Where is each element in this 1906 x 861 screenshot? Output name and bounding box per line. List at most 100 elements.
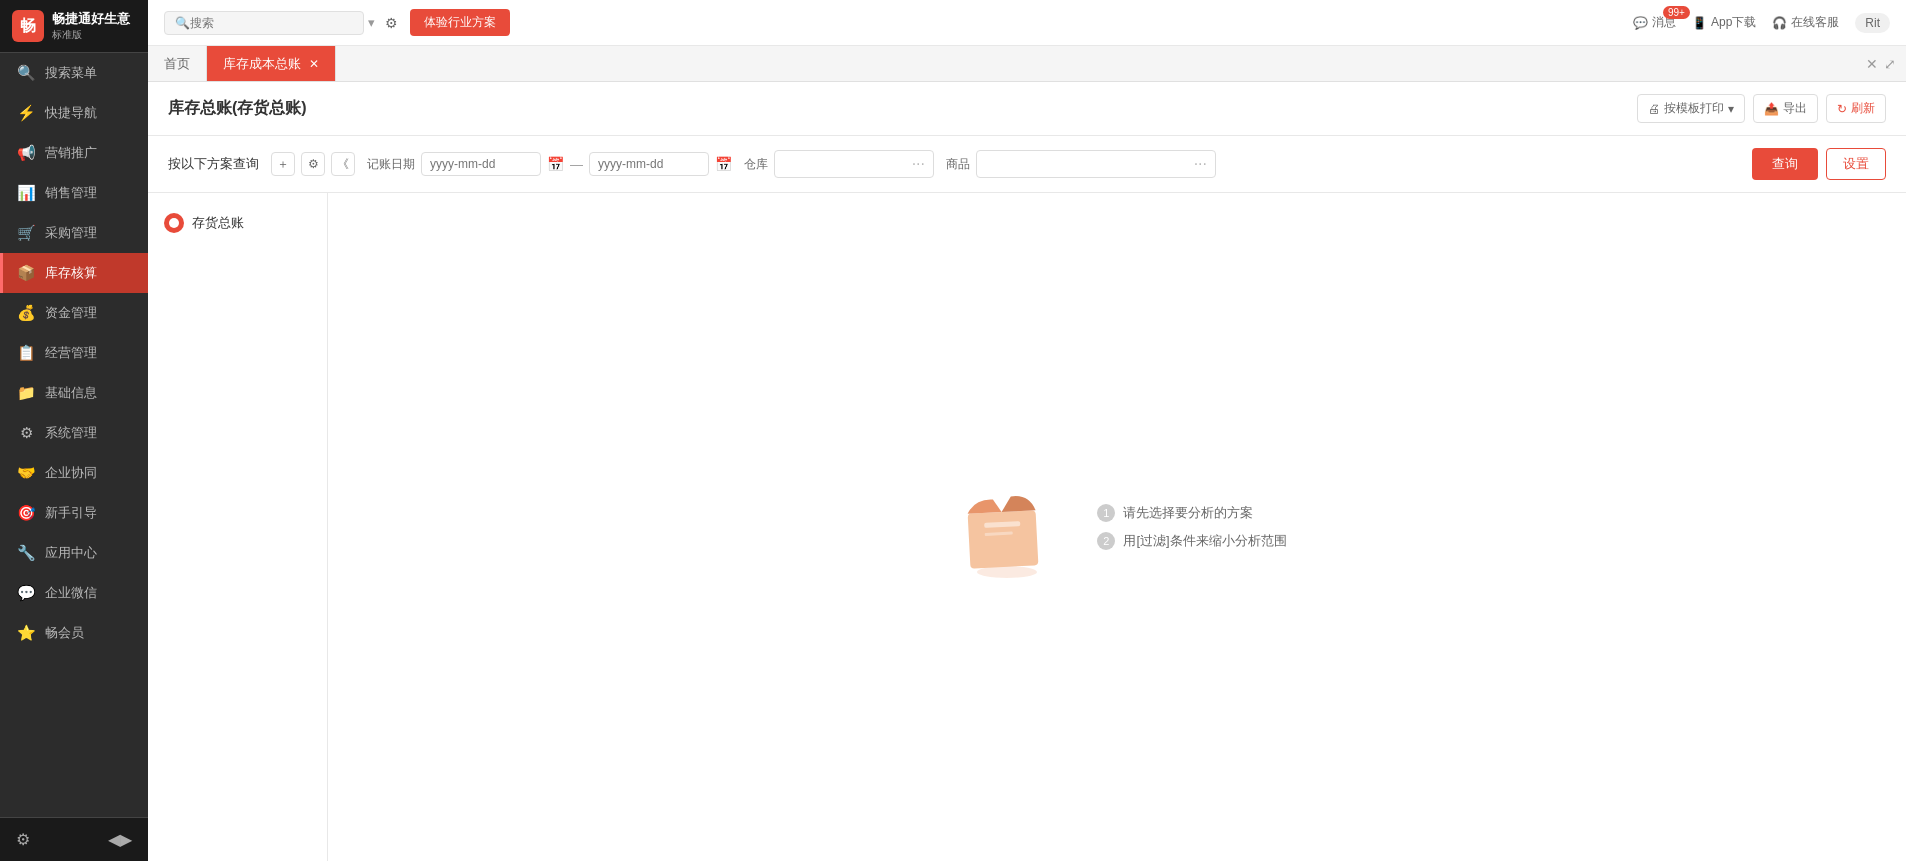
- sidebar-label-shortcuts: 快捷导航: [45, 104, 97, 122]
- header-search-input[interactable]: [190, 16, 310, 30]
- tab-bar: 首页 库存成本总账 ✕ ✕ ⤢: [148, 46, 1906, 82]
- scheme-item-label: 存货总账: [192, 214, 244, 232]
- settings-scheme-button[interactable]: ⚙: [301, 152, 325, 176]
- sidebar-item-system[interactable]: ⚙ 系统管理: [0, 413, 148, 453]
- calendar-end-icon[interactable]: 📅: [715, 156, 732, 172]
- svg-point-0: [169, 218, 179, 228]
- sidebar-label-wechat: 企业微信: [45, 584, 97, 602]
- tab-inventory-cost[interactable]: 库存成本总账 ✕: [207, 46, 336, 81]
- date-end-input[interactable]: [589, 152, 709, 176]
- header-gear-icon[interactable]: ⚙: [385, 15, 398, 31]
- sidebar-label-inventory: 库存核算: [45, 264, 97, 282]
- refresh-button[interactable]: ↻ 刷新: [1826, 94, 1886, 123]
- date-filter-group: 记账日期 📅 — 📅: [367, 152, 732, 176]
- sidebar-icon-enterprise: 🤝: [17, 464, 35, 482]
- sidebar-item-member[interactable]: ⭐ 畅会员: [0, 613, 148, 653]
- sidebar-icon-inventory: 📦: [17, 264, 35, 282]
- tab-home[interactable]: 首页: [148, 46, 207, 81]
- close-panel-icon[interactable]: ✕: [1866, 56, 1878, 72]
- scheme-selector: 存货总账: [148, 193, 328, 861]
- sidebar-item-purchase[interactable]: 🛒 采购管理: [0, 213, 148, 253]
- message-badge: 99+: [1663, 6, 1690, 19]
- tip-text: 用[过滤]条件来缩小分析范围: [1123, 532, 1286, 550]
- header-app-download[interactable]: 📱 App下载: [1692, 14, 1756, 31]
- scheme-icon: [164, 213, 184, 233]
- date-start-input[interactable]: [421, 152, 541, 176]
- date-separator: —: [570, 157, 583, 172]
- message-icon: 💬: [1633, 16, 1648, 30]
- tab-close-icon[interactable]: ✕: [309, 57, 319, 71]
- empty-svg-illustration: [947, 467, 1067, 587]
- sidebar-label-member: 畅会员: [45, 624, 84, 642]
- sidebar-item-sales[interactable]: 📊 销售管理: [0, 173, 148, 213]
- header-online-service[interactable]: 🎧 在线客服: [1772, 14, 1839, 31]
- sidebar-icon-search: 🔍: [17, 64, 35, 82]
- product-select[interactable]: ···: [976, 150, 1216, 178]
- sidebar-footer: ⚙ ◀▶: [0, 817, 148, 861]
- tip-number: 2: [1097, 532, 1115, 550]
- sidebar-item-basic[interactable]: 📁 基础信息: [0, 373, 148, 413]
- sidebar-item-search[interactable]: 🔍 搜索菜单: [0, 53, 148, 93]
- print-template-button[interactable]: 🖨 按模板打印 ▾: [1637, 94, 1745, 123]
- sidebar-label-system: 系统管理: [45, 424, 97, 442]
- collapse-icon[interactable]: ◀▶: [108, 830, 132, 849]
- trial-button[interactable]: 体验行业方案: [410, 9, 510, 36]
- content-body: 存货总账: [148, 193, 1906, 861]
- sidebar-item-shortcuts[interactable]: ⚡ 快捷导航: [0, 93, 148, 133]
- sidebar-icon-wechat: 💬: [17, 584, 35, 602]
- product-label: 商品: [946, 156, 970, 173]
- page-actions: 🖨 按模板打印 ▾ 📤 导出 ↻ 刷新: [1637, 94, 1886, 123]
- empty-state-inner: 1 请先选择要分析的方案 2 用[过滤]条件来缩小分析范围: [947, 467, 1286, 587]
- app-logo-icon: 畅: [12, 10, 44, 42]
- print-dropdown-icon[interactable]: ▾: [1728, 102, 1734, 116]
- app-subtitle: 标准版: [52, 28, 130, 42]
- sidebar: 畅 畅捷通好生意 标准版 🔍 搜索菜单 ⚡ 快捷导航 📢 营销推广 📊 销售管理…: [0, 0, 148, 861]
- sidebar-icon-sales: 📊: [17, 184, 35, 202]
- page-content: 库存总账(存货总账) 🖨 按模板打印 ▾ 📤 导出 ↻ 刷新: [148, 82, 1906, 861]
- warehouse-select[interactable]: ···: [774, 150, 934, 178]
- export-button[interactable]: 📤 导出: [1753, 94, 1818, 123]
- query-button[interactable]: 查询: [1752, 148, 1818, 180]
- sidebar-label-sales: 销售管理: [45, 184, 97, 202]
- header-dropdown-arrow[interactable]: ▾: [368, 15, 375, 30]
- empty-illustration: [947, 467, 1067, 587]
- sidebar-icon-operations: 📋: [17, 344, 35, 362]
- sidebar-item-newguide[interactable]: 🎯 新手引导: [0, 493, 148, 533]
- search-icon: 🔍: [175, 16, 190, 30]
- settings-icon[interactable]: ⚙: [16, 830, 30, 849]
- date-field-label: 记账日期: [367, 156, 415, 173]
- main-area: 🔍 ▾ ⚙ 体验行业方案 💬 消息 99+ 📱 App下载 🎧 在线客服 Rit: [148, 0, 1906, 861]
- sidebar-item-finance[interactable]: 💰 资金管理: [0, 293, 148, 333]
- filter-bar: 按以下方案查询 ＋ ⚙ 《 记账日期 📅 — 📅 仓库 ···: [148, 136, 1906, 193]
- sidebar-menu: 🔍 搜索菜单 ⚡ 快捷导航 📢 营销推广 📊 销售管理 🛒 采购管理 📦 库存核…: [0, 53, 148, 817]
- collapse-filter-button[interactable]: 《: [331, 152, 355, 176]
- product-more-icon[interactable]: ···: [1194, 155, 1207, 173]
- sidebar-item-enterprise[interactable]: 🤝 企业协同: [0, 453, 148, 493]
- calendar-start-icon[interactable]: 📅: [547, 156, 564, 172]
- sidebar-item-operations[interactable]: 📋 经营管理: [0, 333, 148, 373]
- header-message[interactable]: 💬 消息 99+: [1633, 14, 1676, 31]
- sidebar-item-inventory[interactable]: 📦 库存核算: [0, 253, 148, 293]
- sidebar-item-marketing[interactable]: 📢 营销推广: [0, 133, 148, 173]
- tip-text: 请先选择要分析的方案: [1123, 504, 1253, 522]
- warehouse-filter-group: 仓库 ···: [744, 150, 934, 178]
- filter-label: 按以下方案查询: [168, 155, 259, 173]
- scheme-item-inventory[interactable]: 存货总账: [148, 205, 327, 241]
- header-user[interactable]: Rit: [1855, 13, 1890, 33]
- sidebar-label-enterprise: 企业协同: [45, 464, 97, 482]
- header-right: 💬 消息 99+ 📱 App下载 🎧 在线客服 Rit: [1633, 13, 1890, 33]
- add-scheme-button[interactable]: ＋: [271, 152, 295, 176]
- filter-settings-button[interactable]: 设置: [1826, 148, 1886, 180]
- expand-icon[interactable]: ⤢: [1884, 56, 1896, 72]
- sidebar-item-wechat[interactable]: 💬 企业微信: [0, 573, 148, 613]
- sidebar-icon-system: ⚙: [17, 424, 35, 442]
- warehouse-more-icon[interactable]: ···: [912, 155, 925, 173]
- header-search-area[interactable]: 🔍: [164, 11, 364, 35]
- svg-rect-2: [968, 510, 1039, 568]
- sidebar-icon-member: ⭐: [17, 624, 35, 642]
- sidebar-icon-shortcuts: ⚡: [17, 104, 35, 122]
- sidebar-item-appcenter[interactable]: 🔧 应用中心: [0, 533, 148, 573]
- sidebar-icon-appcenter: 🔧: [17, 544, 35, 562]
- sidebar-label-purchase: 采购管理: [45, 224, 97, 242]
- app-logo-text: 畅捷通好生意 标准版: [52, 10, 130, 42]
